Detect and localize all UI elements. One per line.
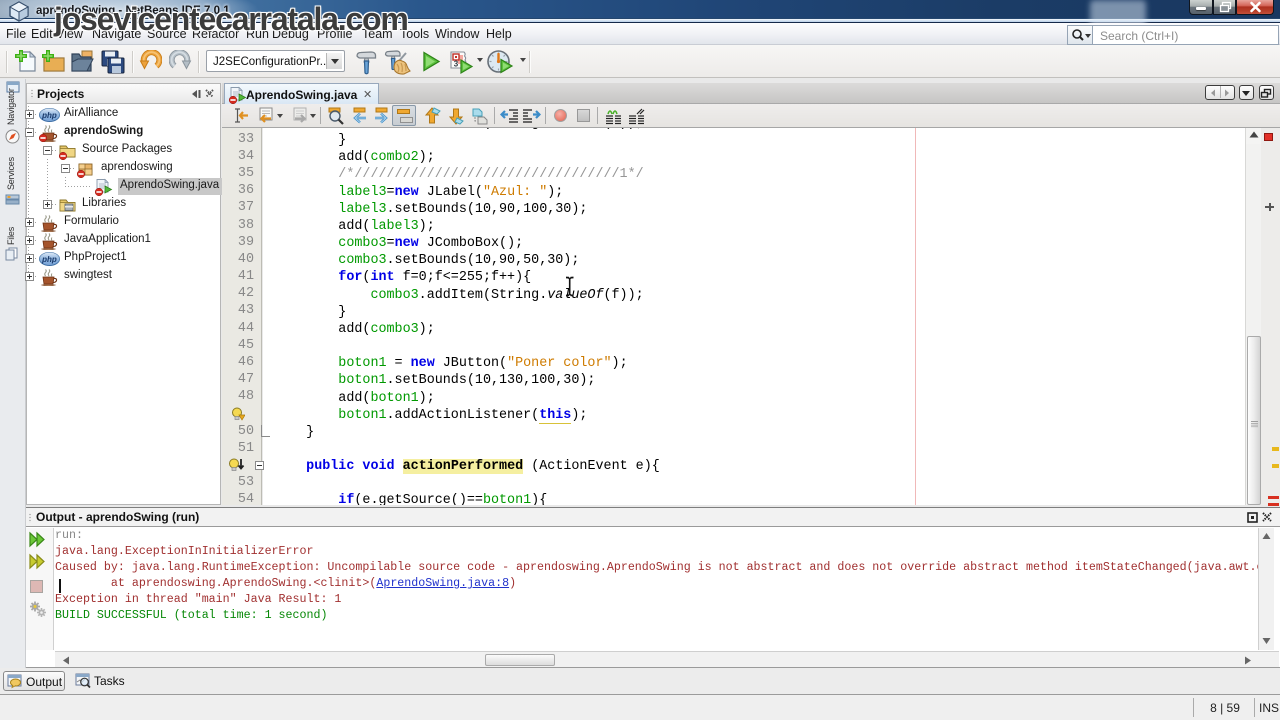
svg-text:3: 3 (454, 60, 459, 69)
